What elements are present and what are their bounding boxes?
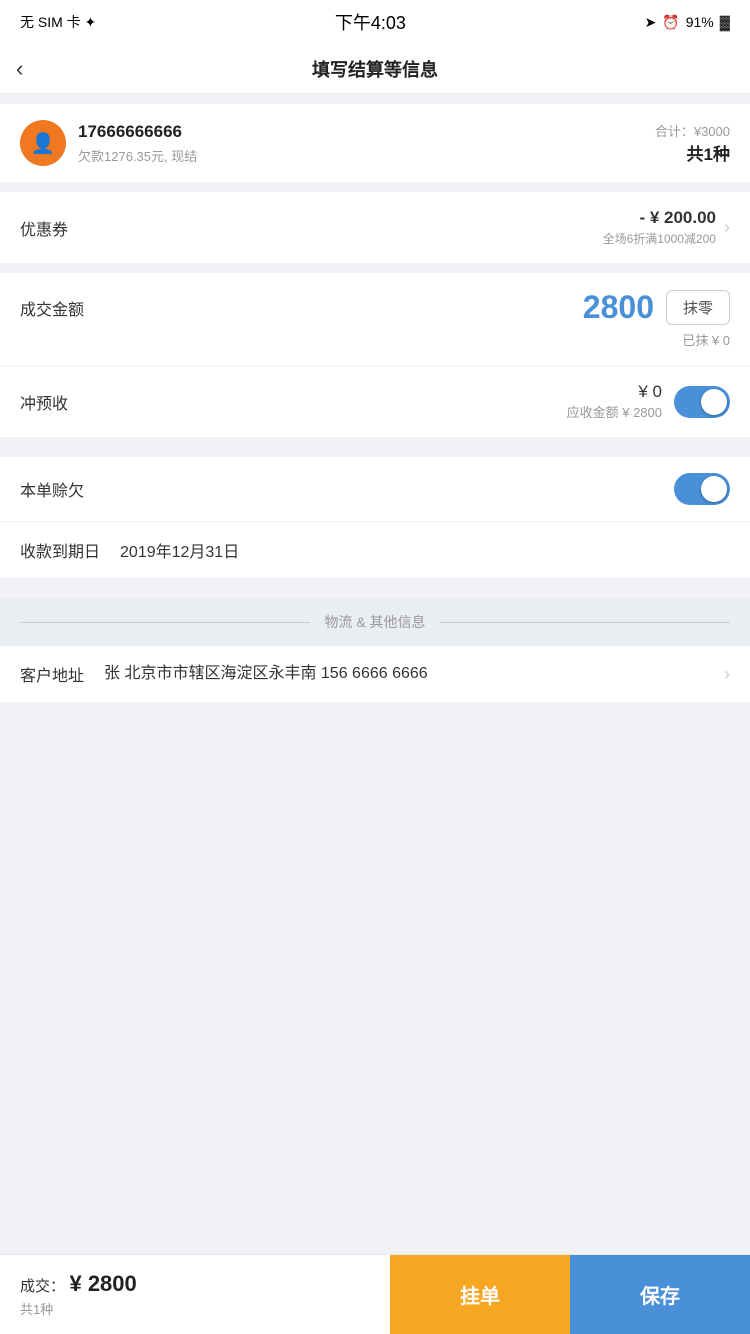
customer-left: 👤 17666666666 欠款1276.35元, 现结 [20,120,197,166]
round-button[interactable]: 抹零 [666,290,730,325]
save-button[interactable]: 保存 [570,1255,750,1334]
bottom-bar: 成交： ¥ 2800 共1种 挂单 保存 [0,1254,750,1334]
coupon-row[interactable]: 优惠券 - ¥ 200.00 全场6折满1000减200 › [0,192,750,263]
amount-right: 2800 抹零 [583,289,730,326]
location-icon: ➤ [645,14,657,31]
bottom-summary: 成交： ¥ 2800 共1种 [0,1271,390,1318]
alarm-icon: ⏰ [662,14,679,31]
coupon-desc: 全场6折满1000减200 [603,230,716,247]
status-bar: 无 SIM 卡 ✦ 下午4:03 ➤ ⏰ 91% ▓ [0,0,750,44]
chevron-right-address-icon: › [724,664,730,685]
status-left: 无 SIM 卡 ✦ [20,12,96,32]
bottom-deal-label: 成交： [20,1278,65,1295]
chevron-right-icon: › [724,217,730,238]
bottom-deal-amount: ¥ 2800 [69,1271,136,1296]
sim-status: 无 SIM 卡 ✦ [20,12,96,32]
coupon-right-block: - ¥ 200.00 全场6折满1000减200 [603,208,716,247]
section-gap-1 [0,263,750,273]
debt-toggle[interactable] [674,473,730,505]
address-section[interactable]: 客户地址 张 北京市市辖区海淀区永丰南 156 6666 6666 › [0,646,750,702]
customer-right: 合计：¥3000 共1种 [655,121,730,165]
logistics-separator-text: 物流 & 其他信息 [324,612,425,632]
address-content: 张 北京市市辖区海淀区永丰南 156 6666 6666 [104,662,724,686]
prepay-amount: ¥ 0 [567,382,662,402]
section-gap-3 [0,578,750,588]
bottom-spacer [0,842,750,922]
total-label: 合计：¥3000 [655,121,730,140]
back-button[interactable]: ‹ [16,56,23,82]
debt-section: 本单赊欠 [0,457,750,521]
prepay-amount-block: ¥ 0 应收金额 ¥ 2800 [567,382,662,421]
due-section: 收款到期日 2019年12月31日 [0,521,750,578]
sep-line-left [20,622,310,623]
customer-phone: 17666666666 [78,122,197,142]
customer-card: 👤 17666666666 欠款1276.35元, 现结 合计：¥3000 共1… [0,104,750,182]
prepay-sub: 应收金额 ¥ 2800 [567,402,662,421]
due-label: 收款到期日 [20,538,100,562]
amount-row: 成交金额 2800 抹零 [20,289,730,326]
amount-label: 成交金额 [20,296,84,320]
avatar-icon: 👤 [31,131,56,156]
due-date: 2019年12月31日 [120,538,239,562]
nav-bar: ‹ 填写结算等信息 [0,44,750,94]
status-right: ➤ ⏰ 91% ▓ [645,14,730,31]
status-time: 下午4:03 [335,9,406,35]
section-gap-2 [0,437,750,447]
amount-section: 成交金额 2800 抹零 已抹 ¥ 0 [0,273,750,365]
amount-value: 2800 [583,289,654,326]
battery-icon: ▓ [720,14,730,30]
separator-inner: 物流 & 其他信息 [20,612,730,632]
amount-sub: 已抹 ¥ 0 [20,330,730,349]
coupon-label: 优惠券 [20,216,68,240]
logistics-separator: 物流 & 其他信息 [0,598,750,646]
bottom-count: 共1种 [20,1299,370,1318]
battery-level: 91% [686,14,714,30]
debt-label: 本单赊欠 [20,477,84,501]
address-label: 客户地址 [20,662,84,686]
customer-sub-text: 欠款1276.35元, 现结 [78,146,197,165]
customer-info: 17666666666 欠款1276.35元, 现结 [78,122,197,165]
coupon-discount: - ¥ 200.00 [603,208,716,228]
coupon-right: - ¥ 200.00 全场6折满1000减200 › [603,208,730,247]
sep-line-right [440,622,730,623]
page-title: 填写结算等信息 [312,56,438,82]
prepay-label: 冲预收 [20,390,68,414]
bottom-deal-row: 成交： ¥ 2800 [20,1271,370,1297]
prepay-section: 冲预收 ¥ 0 应收金额 ¥ 2800 [0,365,750,437]
hang-button[interactable]: 挂单 [390,1255,570,1334]
empty-area [0,702,750,842]
avatar: 👤 [20,120,66,166]
total-count: 共1种 [655,140,730,165]
prepay-toggle[interactable] [674,386,730,418]
prepay-right: ¥ 0 应收金额 ¥ 2800 [567,382,730,421]
prepay-row: 冲预收 ¥ 0 应收金额 ¥ 2800 [20,382,730,421]
